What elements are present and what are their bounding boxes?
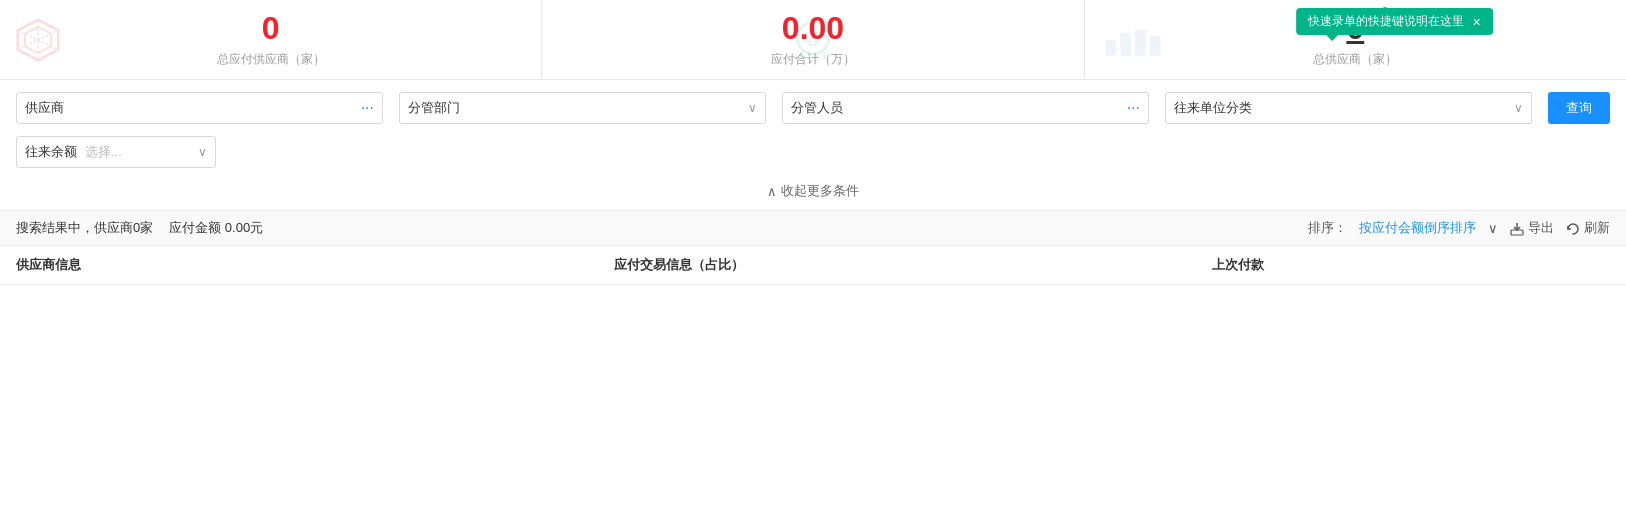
balance-filter-label: 往来余额 bbox=[25, 143, 77, 161]
supplier-filter-label: 供应商 bbox=[25, 99, 64, 117]
result-actions: 排序： 按应付会额倒序排序 ∨ 导出 刷新 bbox=[1308, 219, 1610, 237]
collapse-icon: ∧ bbox=[767, 184, 777, 199]
total-payable-suppliers-number: 0 bbox=[262, 11, 280, 46]
department-filter[interactable]: 分管部门 ∨ bbox=[399, 92, 766, 124]
col-transaction-header: 应付交易信息（占比） bbox=[614, 256, 1212, 274]
bar-chart-icon bbox=[1101, 22, 1171, 57]
export-icon bbox=[1510, 220, 1524, 236]
svg-rect-11 bbox=[1105, 40, 1116, 56]
result-bar: 搜索结果中，供应商0家 应付金额 0.00元 排序： 按应付会额倒序排序 ∨ 导… bbox=[0, 211, 1626, 246]
pig-icon bbox=[787, 14, 839, 66]
refresh-label: 刷新 bbox=[1584, 219, 1610, 237]
payable-amount-text: 应付金额 0.00元 bbox=[169, 219, 263, 237]
export-label: 导出 bbox=[1528, 219, 1554, 237]
supplier-input[interactable] bbox=[72, 101, 357, 116]
sort-label: 排序： bbox=[1308, 219, 1347, 237]
sort-option[interactable]: 按应付会额倒序排序 bbox=[1359, 219, 1476, 237]
diamond-logo-icon bbox=[16, 18, 60, 62]
department-input[interactable] bbox=[468, 101, 744, 116]
sort-arrow-icon[interactable]: ∨ bbox=[1488, 221, 1498, 236]
manager-filter-label: 分管人员 bbox=[791, 99, 843, 117]
supplier-count-text: 搜索结果中，供应商0家 bbox=[16, 219, 153, 237]
department-filter-label: 分管部门 bbox=[408, 99, 460, 117]
svg-point-7 bbox=[817, 32, 822, 37]
filter-row-2: 往来余额 选择... ∨ bbox=[16, 136, 1610, 168]
stat-payable-total: 0.00 应付合计（万） bbox=[542, 0, 1084, 79]
svg-point-6 bbox=[803, 32, 808, 37]
tooltip-area: 快速录单的快捷键说明在这里 × bbox=[1085, 0, 1626, 15]
balance-select-placeholder: 选择... bbox=[85, 143, 122, 161]
refresh-icon bbox=[1566, 220, 1580, 236]
tooltip-text: 快速录单的快捷键说明在这里 bbox=[1308, 13, 1464, 30]
connected-tooltip: 快速录单的快捷键说明在这里 × bbox=[1320, 5, 1390, 15]
svg-rect-13 bbox=[1135, 29, 1146, 55]
balance-arrow-icon[interactable]: ∨ bbox=[198, 145, 207, 159]
query-button[interactable]: 查询 bbox=[1548, 92, 1610, 124]
stats-bar: 0 总应付供应商（家） 0.00 应付合计（万） 快速录单的快捷键说明在这里 bbox=[0, 0, 1626, 80]
svg-rect-14 bbox=[1150, 35, 1161, 55]
result-info: 搜索结果中，供应商0家 应付金额 0.00元 bbox=[16, 219, 263, 237]
total-suppliers-label: 总供应商（家） bbox=[1313, 51, 1397, 68]
category-input[interactable] bbox=[1260, 101, 1510, 116]
category-filter-label: 往来单位分类 bbox=[1174, 99, 1252, 117]
content-area bbox=[0, 285, 1626, 515]
svg-point-10 bbox=[814, 40, 817, 43]
stat-total-suppliers: 快速录单的快捷键说明在这里 × 0 总供应商（家） bbox=[1085, 0, 1626, 79]
filter-section: 供应商 ··· 分管部门 ∨ 分管人员 ··· 往来单位分类 ∨ 查询 往来余额 bbox=[0, 80, 1626, 211]
collapse-btn[interactable]: ∧ 收起更多条件 bbox=[16, 176, 1610, 210]
balance-filter[interactable]: 往来余额 选择... ∨ bbox=[16, 136, 216, 168]
manager-input[interactable] bbox=[851, 101, 1123, 116]
refresh-btn[interactable]: 刷新 bbox=[1566, 219, 1610, 237]
department-arrow-icon[interactable]: ∨ bbox=[748, 101, 757, 115]
total-payable-suppliers-label: 总应付供应商（家） bbox=[217, 51, 325, 68]
filter-row-1: 供应商 ··· 分管部门 ∨ 分管人员 ··· 往来单位分类 ∨ 查询 bbox=[16, 92, 1610, 124]
table-header: 供应商信息 应付交易信息（占比） 上次付款 bbox=[0, 246, 1626, 285]
manager-filter[interactable]: 分管人员 ··· bbox=[782, 92, 1149, 124]
col-supplier-header: 供应商信息 bbox=[16, 256, 614, 274]
tooltip-close-btn[interactable]: × bbox=[1472, 15, 1480, 29]
collapse-text: 收起更多条件 bbox=[781, 182, 859, 200]
supplier-filter[interactable]: 供应商 ··· bbox=[16, 92, 383, 124]
export-btn[interactable]: 导出 bbox=[1510, 219, 1554, 237]
stat-total-payable-suppliers: 0 总应付供应商（家） bbox=[0, 0, 542, 79]
shortcut-tooltip: 快速录单的快捷键说明在这里 × bbox=[1296, 8, 1492, 35]
manager-dots-btn[interactable]: ··· bbox=[1127, 99, 1140, 117]
supplier-dots-btn[interactable]: ··· bbox=[361, 99, 374, 117]
category-arrow-icon[interactable]: ∨ bbox=[1514, 101, 1523, 115]
col-payment-header: 上次付款 bbox=[1212, 256, 1611, 274]
svg-rect-12 bbox=[1120, 33, 1131, 56]
category-filter[interactable]: 往来单位分类 ∨ bbox=[1165, 92, 1532, 124]
svg-point-9 bbox=[809, 40, 812, 43]
